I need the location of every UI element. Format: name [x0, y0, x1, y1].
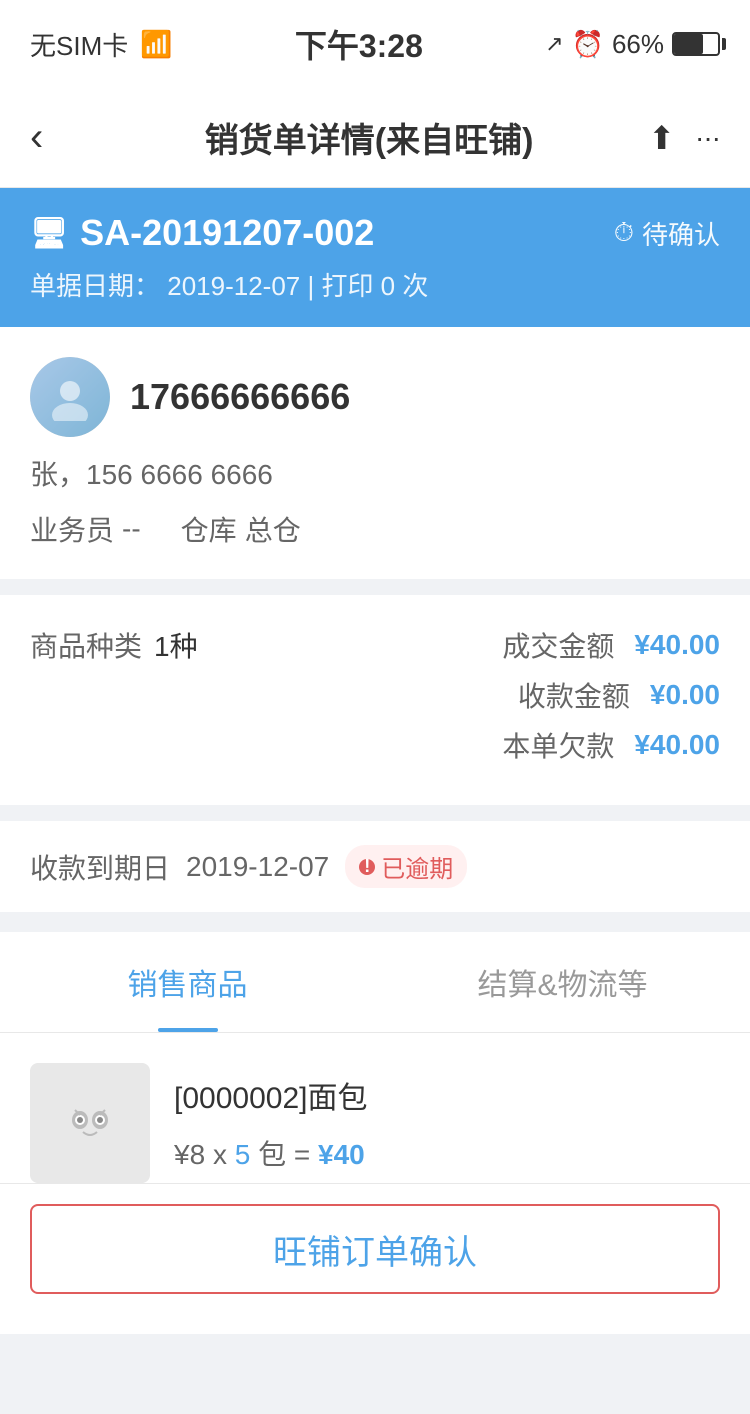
alarm-icon: ⏰ — [572, 29, 604, 60]
quantity: 5 — [235, 1139, 251, 1170]
order-date-label: 单据日期： — [30, 271, 160, 301]
battery-icon — [672, 32, 720, 56]
overdue-text: 已逾期 — [381, 849, 453, 884]
status-left: 无SIM卡 📶 — [30, 26, 173, 63]
carrier-text: 无SIM卡 — [30, 26, 128, 63]
share-icon[interactable]: ⬆ — [648, 119, 675, 157]
order-date-value: 2019-12-07 — [167, 271, 300, 301]
tab-products[interactable]: 销售商品 — [0, 932, 375, 1032]
unit-price: ¥8 — [174, 1139, 205, 1170]
summary-right: 成交金额 ¥40.00 收款金额 ¥0.00 本单欠款 ¥40.00 — [502, 625, 720, 775]
product-info: [0000002]面包 ¥8 x 5 包 = ¥40 — [174, 1073, 720, 1173]
order-id: 🖥 SA-20191207-002 — [30, 212, 374, 254]
current-time: 下午3:28 — [295, 21, 423, 67]
battery-text: 66% — [612, 29, 664, 60]
arrears-value: ¥40.00 — [634, 729, 720, 761]
customer-section: 17666666666 张，156 6666 6666 业务员 -- 仓库 总仓 — [0, 327, 750, 579]
order-status: ⏱ 待确认 — [614, 215, 720, 252]
customer-meta: 业务员 -- 仓库 总仓 — [30, 509, 720, 549]
bottom-bar: 旺铺订单确认 — [0, 1183, 750, 1334]
salesman-label: 业务员 — [30, 509, 114, 549]
received-row: 收款金额 ¥0.00 — [502, 675, 720, 715]
order-print-text: | 打印 0 次 — [307, 271, 428, 301]
order-banner: 🖥 SA-20191207-002 ⏱ 待确认 单据日期： 2019-12-07… — [0, 188, 750, 327]
amount-value: ¥40.00 — [634, 629, 720, 661]
order-id-text: SA-20191207-002 — [80, 212, 374, 254]
page-title: 销货单详情(来自旺铺) — [90, 113, 648, 162]
due-section: 收款到期日 2019-12-07 ! 已逾期 — [0, 821, 750, 912]
amount-label: 成交金额 — [502, 625, 614, 665]
due-label: 收款到期日 — [30, 847, 170, 887]
total-price: ¥40 — [318, 1139, 365, 1170]
customer-name-info: 张，156 6666 6666 — [30, 453, 720, 493]
warehouse-label: 仓库 — [181, 509, 237, 549]
status-bar: 无SIM卡 📶 下午3:28 ↗ ⏰ 66% — [0, 0, 750, 88]
salesman-row: 业务员 -- — [30, 509, 141, 549]
customer-row: 17666666666 — [30, 357, 720, 437]
product-price: ¥8 x 5 包 = ¥40 — [174, 1133, 720, 1173]
warehouse-row: 仓库 总仓 — [181, 509, 301, 549]
amount-row: 成交金额 ¥40.00 — [502, 625, 720, 665]
customer-phone: 17666666666 — [130, 376, 350, 418]
tabs-header: 销售商品 结算&物流等 — [0, 932, 750, 1033]
received-value: ¥0.00 — [650, 679, 720, 711]
confirm-label: 旺铺订单确认 — [273, 1225, 477, 1274]
wifi-signal: 📶 — [140, 29, 172, 60]
back-button[interactable]: ‹ — [30, 115, 90, 160]
nav-actions: ⬆ ··· — [648, 119, 720, 157]
category-value: 1种 — [154, 625, 198, 665]
due-date: 2019-12-07 — [186, 851, 329, 883]
status-right: ↗ ⏰ 66% — [545, 29, 720, 60]
confirm-button[interactable]: 旺铺订单确认 — [30, 1204, 720, 1294]
summary-left: 商品种类 1种 — [30, 625, 198, 665]
location-icon: ↗ — [545, 31, 563, 57]
unit-text: 包 — [258, 1139, 286, 1170]
received-label: 收款金额 — [518, 675, 630, 715]
product-name: [0000002]面包 — [174, 1073, 720, 1117]
salesman-value: -- — [122, 513, 141, 545]
order-date: 单据日期： 2019-12-07 | 打印 0 次 — [30, 266, 720, 303]
order-id-icon: 🖥 — [30, 216, 68, 251]
more-icon[interactable]: ··· — [695, 122, 720, 154]
summary-section: 商品种类 1种 成交金额 ¥40.00 收款金额 ¥0.00 本单欠款 ¥40.… — [0, 595, 750, 805]
tab-settlement[interactable]: 结算&物流等 — [375, 932, 750, 1032]
equals-sign: = — [294, 1139, 318, 1170]
avatar — [30, 357, 110, 437]
tabs-section: 销售商品 结算&物流等 — [0, 932, 750, 1214]
overdue-badge: ! 已逾期 — [345, 845, 467, 888]
overdue-icon: ! — [359, 859, 375, 875]
category-label: 商品种类 — [30, 625, 142, 665]
arrears-label: 本单欠款 — [502, 725, 614, 765]
warehouse-value: 总仓 — [245, 509, 301, 549]
nav-bar: ‹ 销货单详情(来自旺铺) ⬆ ··· — [0, 88, 750, 188]
arrears-row: 本单欠款 ¥40.00 — [502, 725, 720, 765]
order-status-text: 待确认 — [642, 215, 720, 252]
product-thumbnail — [30, 1063, 150, 1183]
status-clock-icon: ⏱ — [614, 217, 634, 249]
multiply-sign: x — [213, 1139, 235, 1170]
